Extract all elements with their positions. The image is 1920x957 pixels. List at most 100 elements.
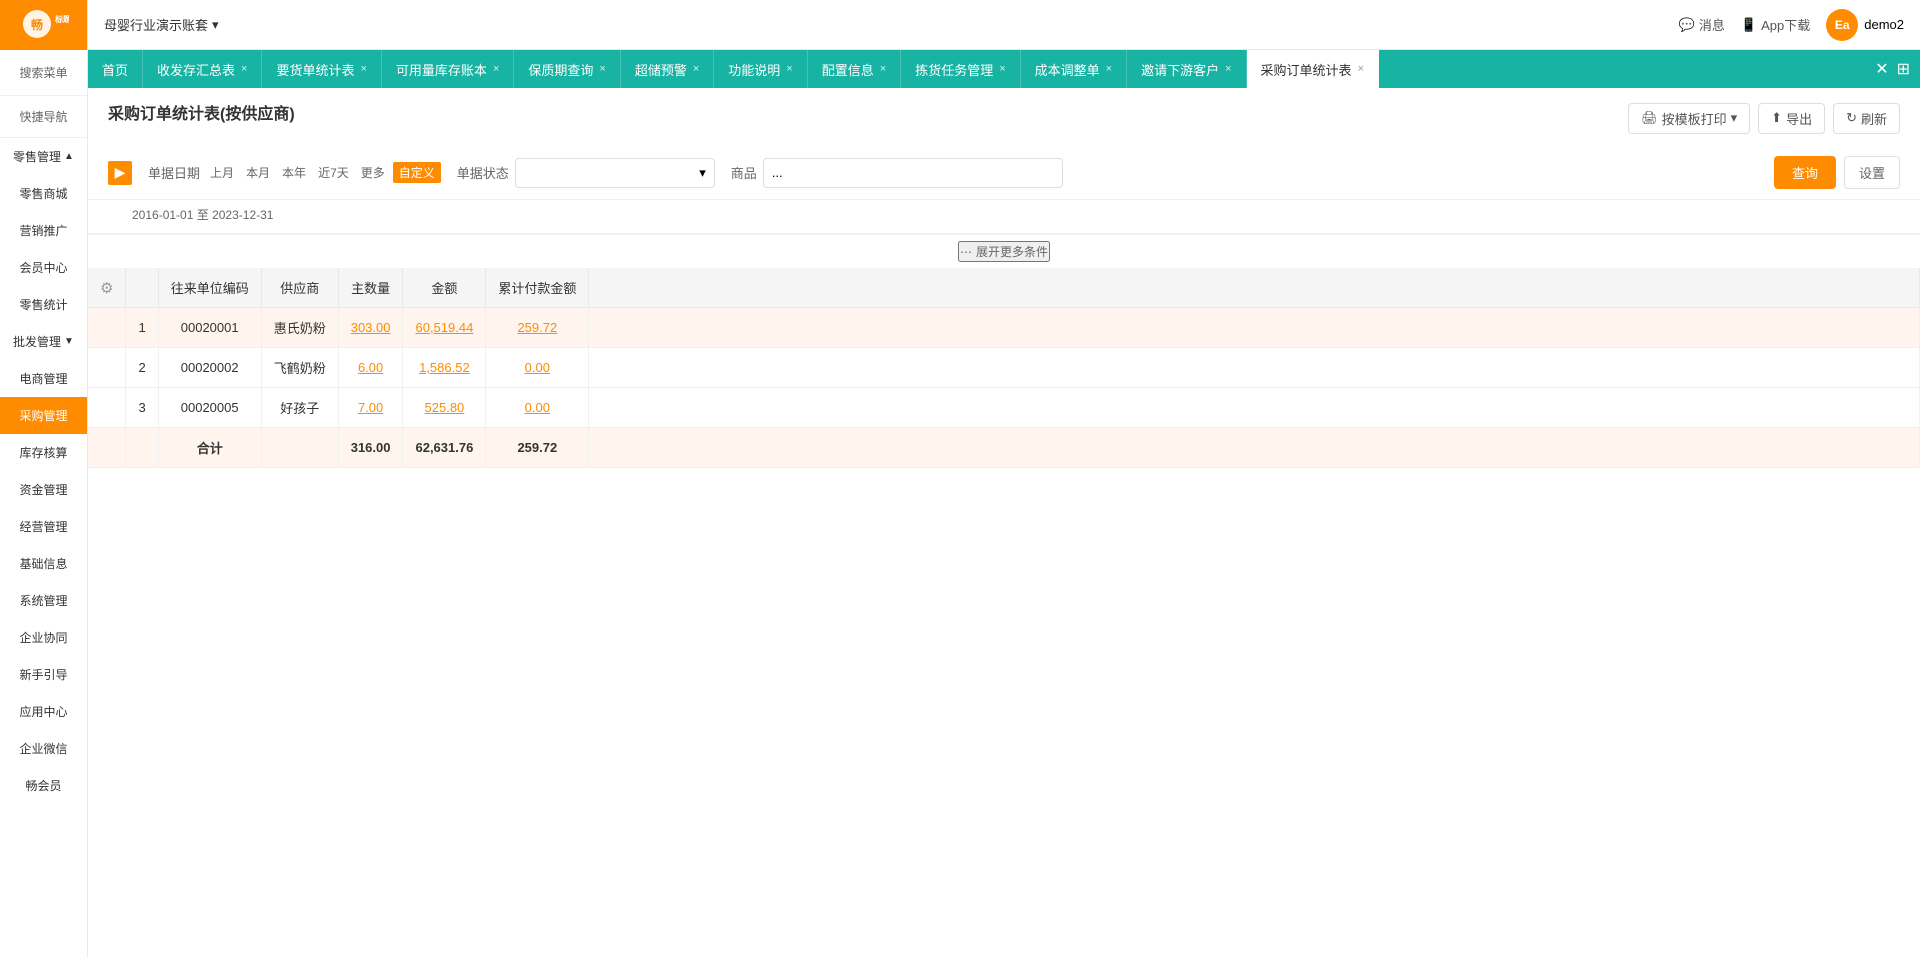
expand-more-button[interactable]: ⋯ 展开更多条件 <box>958 241 1050 262</box>
sidebar-item-member[interactable]: 畅会员 <box>0 767 87 804</box>
cell-main-qty[interactable]: 303.00 <box>338 308 403 348</box>
sidebar-item-label: 企业微信 <box>19 740 67 757</box>
settings-icon[interactable]: ⚙ <box>100 280 113 297</box>
sidebar-item-label: 基础信息 <box>19 555 67 572</box>
date-btn-custom[interactable]: 自定义 <box>393 162 441 183</box>
refresh-icon: ↻ <box>1846 110 1857 126</box>
tab-home-label: 首页 <box>102 60 128 79</box>
tab-invite-downstream[interactable]: 邀请下游客户 × <box>1127 50 1246 88</box>
main-area: 母婴行业演示账套 ▾ 💬 消息 📱 App下载 Ea demo2 首页 <box>88 0 1920 957</box>
sidebar-item-app-center[interactable]: 应用中心 <box>0 693 87 730</box>
cell-amount[interactable]: 1,586.52 <box>403 348 486 388</box>
page-title-row: 采购订单统计表(按供应商) 🖨 按模板打印 ▾ ⬆ 导出 ↻ 刷新 <box>88 88 1920 146</box>
settings-button[interactable]: 设置 <box>1844 156 1900 189</box>
cell-amount[interactable]: 60,519.44 <box>403 308 486 348</box>
cell-paid-amount[interactable]: 0.00 <box>486 388 589 428</box>
filter-toggle-button[interactable]: ▶ <box>108 161 132 185</box>
tab-require-goods[interactable]: 要货单统计表 × <box>262 50 381 88</box>
app-download-button[interactable]: 📱 App下载 <box>1741 15 1810 34</box>
date-btn-7days[interactable]: 近7天 <box>314 162 353 183</box>
date-btn-last-month[interactable]: 上月 <box>206 162 238 183</box>
close-icon[interactable]: × <box>693 63 699 75</box>
goods-filter-group: 商品 ... <box>731 158 1063 188</box>
sidebar-item-wholesale-mgmt[interactable]: 批发管理 ▼ <box>0 323 87 360</box>
expand-tabs-icon[interactable]: ⊞ <box>1897 59 1910 79</box>
sidebar-item-retail-store[interactable]: 零售商城 <box>0 175 87 212</box>
close-icon[interactable]: × <box>1106 63 1112 75</box>
refresh-button[interactable]: ↻ 刷新 <box>1833 103 1900 134</box>
tab-overstock[interactable]: 超储预警 × <box>621 50 714 88</box>
sidebar-item-label: 经营管理 <box>19 518 67 535</box>
sidebar-item-purchase-mgmt[interactable]: 采购管理 <box>0 397 87 434</box>
sidebar-menu: 零售管理 ▲ 零售商城 营销推广 会员中心 零售统计 批发管理 ▼ 电商管理 采… <box>0 138 87 957</box>
sidebar-item-marketing[interactable]: 营销推广 <box>0 212 87 249</box>
cell-main-qty[interactable]: 6.00 <box>338 348 403 388</box>
svg-text:标题栏: 标题栏 <box>54 14 69 24</box>
sidebar-item-finance[interactable]: 资金管理 <box>0 471 87 508</box>
tab-expiry-query[interactable]: 保质期查询 × <box>514 50 620 88</box>
cell-paid-amount[interactable]: 259.72 <box>486 308 589 348</box>
goods-input[interactable]: ... <box>763 158 1063 188</box>
org-selector[interactable]: 母婴行业演示账套 ▾ <box>104 15 219 34</box>
tab-end-controls: ✕ ⊞ <box>1865 59 1920 79</box>
th-unit-code: 往来单位编码 <box>158 268 261 308</box>
sidebar-logo: 畅 标题栏 <box>0 0 87 50</box>
tab-collect-send[interactable]: 收发存汇总表 × <box>143 50 262 88</box>
close-icon[interactable]: × <box>1358 63 1364 75</box>
tab-config-info[interactable]: 配置信息 × <box>808 50 901 88</box>
tab-pick-task[interactable]: 拣货任务管理 × <box>901 50 1020 88</box>
sidebar-item-basic-info[interactable]: 基础信息 <box>0 545 87 582</box>
sidebar-item-label: 批发管理 <box>13 333 61 350</box>
print-icon: 🖨 <box>1641 110 1658 126</box>
status-select[interactable]: ▾ <box>515 158 715 188</box>
date-btn-more[interactable]: 更多 <box>357 162 389 183</box>
sidebar-item-retail-stats[interactable]: 零售统计 <box>0 286 87 323</box>
sidebar-item-ecommerce-mgmt[interactable]: 电商管理 <box>0 360 87 397</box>
footer-label: 合计 <box>158 428 261 468</box>
user-profile[interactable]: Ea demo2 <box>1826 9 1904 41</box>
sidebar-item-sys-mgmt[interactable]: 系统管理 <box>0 582 87 619</box>
cell-unit-code: 00020001 <box>158 308 261 348</box>
close-tab-icon[interactable]: ✕ <box>1875 59 1888 79</box>
close-icon[interactable]: × <box>599 63 605 75</box>
export-button[interactable]: ⬆ 导出 <box>1758 103 1825 134</box>
tab-home[interactable]: 首页 <box>88 50 143 88</box>
footer-empty4 <box>589 428 1920 468</box>
print-button[interactable]: 🖨 按模板打印 ▾ <box>1628 103 1750 134</box>
data-table: ⚙ 往来单位编码 供应商 主数量 金额 累计付款金额 1 00020001 <box>88 268 1920 468</box>
sidebar-item-ops-mgmt[interactable]: 经营管理 <box>0 508 87 545</box>
cell-settings <box>88 348 126 388</box>
date-range-row: 2016-01-01 至 2023-12-31 <box>88 200 1920 234</box>
close-icon[interactable]: × <box>999 63 1005 75</box>
tab-cost-adjust[interactable]: 成本调整单 × <box>1021 50 1127 88</box>
close-icon[interactable]: × <box>1225 63 1231 75</box>
close-icon[interactable]: × <box>786 63 792 75</box>
sidebar-item-new-guide[interactable]: 新手引导 <box>0 656 87 693</box>
sidebar-item-inventory[interactable]: 库存核算 <box>0 434 87 471</box>
sidebar-item-member-center[interactable]: 会员中心 <box>0 249 87 286</box>
message-button[interactable]: 💬 消息 <box>1679 15 1725 34</box>
tab-purchase-stats[interactable]: 采购订单统计表 × <box>1247 50 1379 88</box>
date-btn-this-year[interactable]: 本年 <box>278 162 310 183</box>
search-menu-item[interactable]: 搜索菜单 <box>6 58 81 87</box>
close-icon[interactable]: × <box>493 63 499 75</box>
date-btn-this-month[interactable]: 本月 <box>242 162 274 183</box>
tab-label: 功能说明 <box>728 60 780 79</box>
close-icon[interactable]: × <box>241 63 247 75</box>
tab-func-desc[interactable]: 功能说明 × <box>714 50 807 88</box>
query-button[interactable]: 查询 <box>1774 156 1836 189</box>
quick-nav-item[interactable]: 快捷导航 <box>0 102 87 131</box>
cell-amount[interactable]: 525.80 <box>403 388 486 428</box>
cell-main-qty[interactable]: 7.00 <box>338 388 403 428</box>
sidebar-item-enterprise-wx[interactable]: 企业微信 <box>0 730 87 767</box>
close-icon[interactable]: × <box>880 63 886 75</box>
app-download-label: App下载 <box>1761 15 1810 34</box>
sidebar-item-enterprise[interactable]: 企业协同 <box>0 619 87 656</box>
sidebar-item-retail-mgmt[interactable]: 零售管理 ▲ <box>0 138 87 175</box>
tab-available-stock[interactable]: 可用量库存账本 × <box>382 50 514 88</box>
cell-paid-amount[interactable]: 0.00 <box>486 348 589 388</box>
close-icon[interactable]: × <box>360 63 366 75</box>
cell-supplier: 好孩子 <box>261 388 338 428</box>
sidebar-item-label: 库存核算 <box>19 444 67 461</box>
cell-supplier: 惠氏奶粉 <box>261 308 338 348</box>
